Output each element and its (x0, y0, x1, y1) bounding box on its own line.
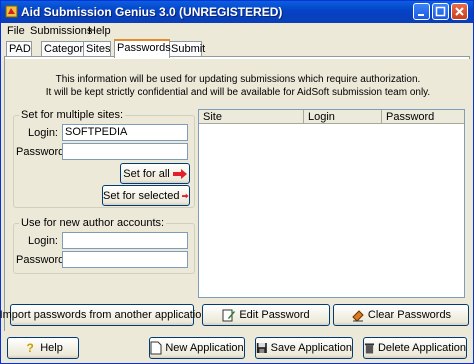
menu-help[interactable]: Help (88, 25, 111, 37)
set-for-all-button[interactable]: Set for all (120, 163, 190, 184)
minimize-icon (418, 14, 424, 16)
tab-category[interactable]: Category (41, 41, 89, 56)
login-field[interactable]: SOFTPEDIA (62, 124, 188, 141)
new-application-label: New Application (165, 342, 244, 354)
tab-submit[interactable]: Submit (168, 41, 205, 56)
help-label: Help (40, 342, 63, 354)
delete-application-button[interactable]: Delete Application (363, 337, 467, 359)
save-application-label: Save Application (270, 342, 352, 354)
set-for-all-label: Set for all (123, 167, 170, 180)
menu-submissions[interactable]: Submissions (30, 25, 92, 37)
maximize-icon (435, 6, 446, 17)
delete-application-label: Delete Application (377, 342, 466, 354)
tab-passwords[interactable]: Passwords (114, 39, 171, 58)
edit-password-button[interactable]: Edit Password (202, 304, 330, 326)
import-passwords-label: Import passwords from another applicatio… (0, 309, 208, 321)
edit-icon (222, 309, 236, 322)
bottom-toolbar: ? Help New Application Save Application … (1, 335, 473, 363)
window-title: Aid Submission Genius 3.0 (UNREGISTERED) (21, 5, 283, 19)
tab-pad[interactable]: PAD (6, 41, 32, 56)
tab-sites[interactable]: Sites (83, 41, 111, 56)
menu-file[interactable]: File (7, 25, 25, 37)
close-button[interactable] (451, 3, 468, 20)
trash-icon (364, 343, 375, 354)
save-application-button[interactable]: Save Application (255, 337, 353, 359)
password-label: Password: (16, 146, 68, 158)
help-icon: ? (26, 341, 34, 355)
info-text: This information will be used for updati… (5, 73, 471, 99)
help-button[interactable]: ? Help (7, 337, 79, 359)
passwords-table[interactable]: Site Login Password (198, 109, 465, 298)
info-line-2: It will be kept strictly confidential an… (45, 87, 431, 98)
menu-bar: File Submissions Help (1, 23, 473, 39)
password-field[interactable] (62, 143, 188, 160)
new-document-icon (150, 341, 162, 355)
red-arrow-icon (172, 168, 187, 179)
author-password-label: Password: (16, 254, 68, 266)
maximize-button[interactable] (432, 3, 449, 20)
passwords-page: This information will be used for updati… (0, 59, 471, 331)
red-arrow-icon (182, 193, 189, 198)
save-disk-icon (256, 343, 267, 353)
column-site[interactable]: Site (199, 110, 304, 124)
multiple-sites-legend: Set for multiple sites: (19, 109, 126, 121)
column-password[interactable]: Password (382, 110, 464, 124)
new-author-legend: Use for new author accounts: (19, 217, 167, 229)
login-label: Login: (28, 127, 58, 139)
author-login-field[interactable] (62, 232, 188, 249)
app-window: Aid Submission Genius 3.0 (UNREGISTERED)… (0, 0, 474, 364)
author-password-field[interactable] (62, 251, 188, 268)
title-bar[interactable]: Aid Submission Genius 3.0 (UNREGISTERED) (1, 1, 473, 23)
clear-passwords-button[interactable]: Clear Passwords (333, 304, 469, 326)
new-application-button[interactable]: New Application (149, 337, 245, 359)
eraser-icon (352, 310, 364, 322)
import-passwords-button[interactable]: Import passwords from another applicatio… (0, 304, 207, 326)
new-author-group: Use for new author accounts: Login: Pass… (13, 217, 195, 274)
minimize-button[interactable] (413, 3, 430, 20)
column-login[interactable]: Login (304, 110, 382, 124)
info-line-1: This information will be used for updati… (55, 74, 421, 85)
clear-passwords-label: Clear Passwords (367, 309, 452, 321)
close-icon (455, 7, 464, 16)
app-icon (5, 5, 18, 18)
set-for-selected-button[interactable]: Set for selected (102, 185, 190, 206)
author-login-label: Login: (28, 235, 58, 247)
edit-password-label: Edit Password (239, 309, 310, 321)
set-for-selected-label: Set for selected (103, 189, 180, 202)
multiple-sites-group: Set for multiple sites: Login: SOFTPEDIA… (13, 109, 195, 208)
